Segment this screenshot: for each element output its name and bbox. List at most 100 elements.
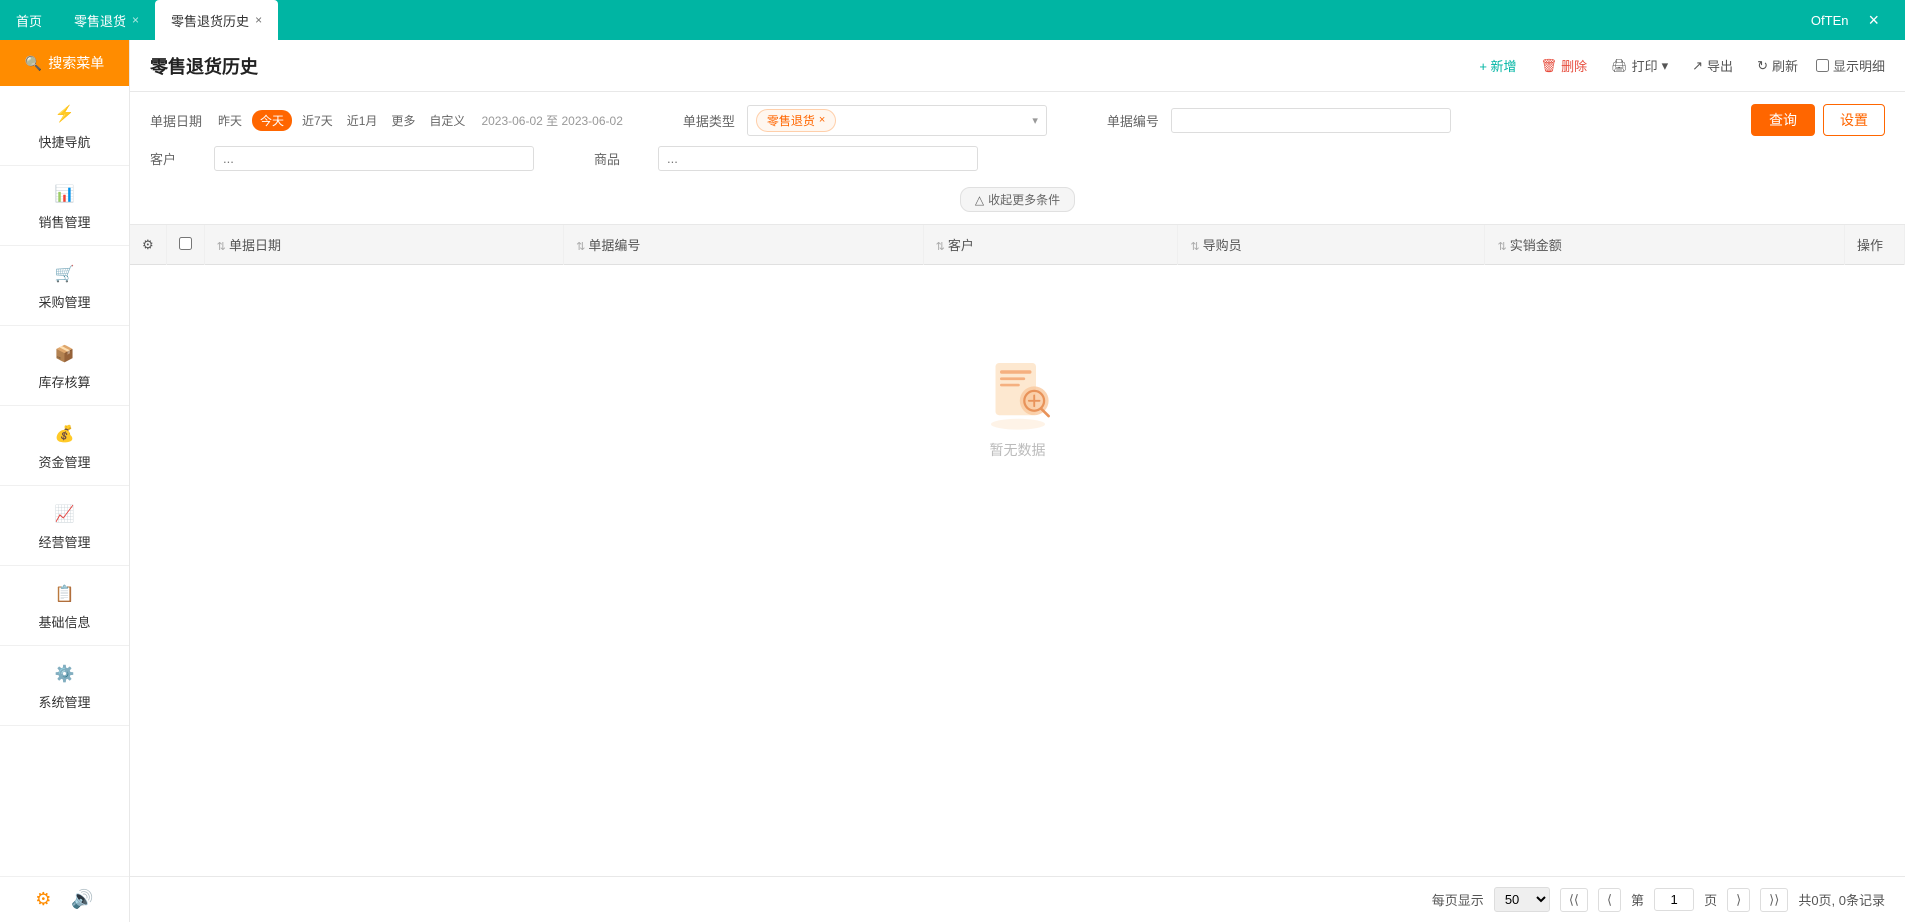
- type-filter-label: 单据类型: [683, 111, 739, 130]
- tab-首页[interactable]: 首页: [0, 0, 58, 40]
- sidebar-item-label-1: 销售管理: [38, 212, 90, 231]
- sidebar-item-7[interactable]: ⚙️ 系统管理: [0, 646, 129, 726]
- th-date[interactable]: 单据日期: [204, 225, 563, 265]
- customer-filter-input[interactable]: [214, 146, 534, 171]
- next-page-button[interactable]: ⟩: [1727, 888, 1750, 912]
- sidebar-item-label-4: 资金管理: [38, 452, 90, 471]
- collapse-label: 收起更多条件: [988, 191, 1060, 208]
- date-yesterday[interactable]: 昨天: [214, 110, 246, 131]
- refresh-button[interactable]: ↻ 刷新: [1751, 52, 1804, 79]
- date-filter-label: 单据日期: [150, 111, 206, 130]
- search-icon: 🔍: [25, 55, 42, 72]
- data-table: ⚙ 单据日期 单据编号 客户 导购员 实销金额 操作: [130, 225, 1905, 265]
- settings-icon[interactable]: ⚙: [35, 889, 51, 910]
- set-button[interactable]: 设置: [1823, 104, 1885, 136]
- th-settings[interactable]: ⚙: [130, 225, 166, 265]
- sidebar-item-icon-3: 📦: [51, 340, 79, 368]
- sidebar-item-2[interactable]: 🛒 采购管理: [0, 246, 129, 326]
- sidebar-item-icon-0: ⚡: [51, 100, 79, 128]
- tab-零售退货[interactable]: 零售退货 ×: [58, 0, 155, 40]
- collapse-button[interactable]: △ 收起更多条件: [960, 187, 1075, 212]
- page-title: 零售退货历史: [150, 53, 258, 79]
- empty-state: 暂无数据: [130, 265, 1905, 540]
- print-dropdown-icon: ▾: [1662, 58, 1669, 74]
- sidebar-item-3[interactable]: 📦 库存核算: [0, 326, 129, 406]
- sidebar-item-label-5: 经营管理: [38, 532, 90, 551]
- often-label: OfTEn: [1811, 13, 1849, 28]
- query-button[interactable]: 查询: [1751, 104, 1815, 136]
- table-area: ⚙ 单据日期 单据编号 客户 导购员 实销金额 操作: [130, 225, 1905, 876]
- sidebar-bottom: ⚙ 🔊: [0, 876, 129, 922]
- empty-illustration: [973, 345, 1063, 440]
- sidebar-item-label-3: 库存核算: [38, 372, 90, 391]
- page-size-select[interactable]: 20 50 100: [1494, 887, 1550, 912]
- show-detail-input[interactable]: [1816, 59, 1829, 72]
- page-number-input[interactable]: 1: [1654, 888, 1694, 911]
- sidebar-items: ⚡ 快捷导航📊 销售管理🛒 采购管理📦 库存核算💰 资金管理📈 经营管理📋 基础…: [0, 86, 129, 876]
- toolbar: + 新增 🗑 删除 🖨 打印 ▾ ↗ 导出 ↻: [1473, 52, 1885, 79]
- type-filter-select[interactable]: 零售退货 × ▾: [747, 105, 1047, 136]
- type-tag-close[interactable]: ×: [819, 114, 825, 126]
- tab-close-icon[interactable]: ×: [132, 13, 139, 27]
- action-buttons: 查询 设置: [1751, 104, 1885, 136]
- customer-filter-label: 客户: [150, 149, 206, 168]
- date-more[interactable]: 更多: [387, 110, 419, 131]
- sidebar-item-0[interactable]: ⚡ 快捷导航: [0, 86, 129, 166]
- tab-label: 零售退货: [74, 11, 126, 30]
- goods-filter-input[interactable]: [658, 146, 978, 171]
- sidebar-item-4[interactable]: 💰 资金管理: [0, 406, 129, 486]
- type-tag-text: 零售退货: [767, 112, 815, 129]
- volume-icon[interactable]: 🔊: [71, 889, 93, 910]
- new-button[interactable]: + 新增: [1473, 52, 1522, 79]
- number-filter-input[interactable]: [1171, 108, 1451, 133]
- settings-col-icon[interactable]: ⚙: [142, 237, 154, 252]
- goods-filter-label: 商品: [594, 149, 650, 168]
- delete-button[interactable]: 🗑 删除: [1535, 52, 1594, 79]
- sidebar-item-1[interactable]: 📊 销售管理: [0, 166, 129, 246]
- sidebar-item-icon-1: 📊: [51, 180, 79, 208]
- th-amount[interactable]: 实销金额: [1485, 225, 1845, 265]
- th-guide[interactable]: 导购员: [1178, 225, 1485, 265]
- th-customer[interactable]: 客户: [923, 225, 1178, 265]
- date-1month[interactable]: 近1月: [343, 110, 382, 131]
- delete-label: 删除: [1561, 56, 1587, 75]
- date-today[interactable]: 今天: [252, 110, 292, 131]
- page-unit: 页: [1704, 890, 1717, 909]
- type-tag: 零售退货 ×: [756, 109, 836, 132]
- print-button[interactable]: 🖨 打印 ▾: [1605, 52, 1674, 79]
- prev-page-button[interactable]: ⟨: [1598, 888, 1621, 912]
- refresh-label: 刷新: [1772, 56, 1798, 75]
- date-7days[interactable]: 近7天: [298, 110, 337, 131]
- sidebar-item-5[interactable]: 📈 经营管理: [0, 486, 129, 566]
- customer-filter: 客户: [150, 146, 534, 171]
- sidebar-item-6[interactable]: 📋 基础信息: [0, 566, 129, 646]
- tab-close-icon[interactable]: ×: [255, 13, 262, 27]
- last-page-button[interactable]: ⟩⟩: [1760, 888, 1788, 912]
- sidebar-item-icon-6: 📋: [51, 580, 79, 608]
- type-dropdown-arrow[interactable]: ▾: [1032, 114, 1038, 127]
- sidebar-item-label-7: 系统管理: [38, 692, 90, 711]
- date-custom[interactable]: 自定义: [425, 110, 469, 131]
- th-checkbox[interactable]: [166, 225, 204, 265]
- show-detail-checkbox[interactable]: 显示明细: [1816, 56, 1885, 75]
- sidebar-item-icon-2: 🛒: [51, 260, 79, 288]
- select-all-checkbox[interactable]: [179, 237, 192, 250]
- sidebar-item-label-0: 快捷导航: [38, 132, 90, 151]
- top-bar: 首页 零售退货 × 零售退货历史 × OfTEn ×: [0, 0, 1905, 40]
- search-menu-label: 搜索菜单: [48, 53, 104, 73]
- refresh-icon: ↻: [1757, 58, 1768, 74]
- th-number[interactable]: 单据编号: [564, 225, 923, 265]
- filter-row-1: 单据日期 昨天 今天 近7天 近1月 更多 自定义 2023-06-02 至 2…: [150, 104, 1885, 136]
- window-close-button[interactable]: ×: [1858, 10, 1889, 31]
- number-filter: 单据编号: [1107, 108, 1451, 133]
- tab-label: 首页: [16, 11, 42, 30]
- main-layout: 🔍 搜索菜单 ⚡ 快捷导航📊 销售管理🛒 采购管理📦 库存核算💰 资金管理📈 经…: [0, 40, 1905, 922]
- search-menu-button[interactable]: 🔍 搜索菜单: [0, 40, 129, 86]
- tab-label: 零售退货历史: [171, 11, 249, 30]
- tab-零售退货历史[interactable]: 零售退货历史 ×: [155, 0, 278, 40]
- page-label: 第: [1631, 890, 1644, 909]
- sidebar: 🔍 搜索菜单 ⚡ 快捷导航📊 销售管理🛒 采购管理📦 库存核算💰 资金管理📈 经…: [0, 40, 130, 922]
- first-page-button[interactable]: ⟨⟨: [1560, 888, 1588, 912]
- export-button[interactable]: ↗ 导出: [1686, 52, 1739, 79]
- show-detail-label: 显示明细: [1833, 56, 1885, 75]
